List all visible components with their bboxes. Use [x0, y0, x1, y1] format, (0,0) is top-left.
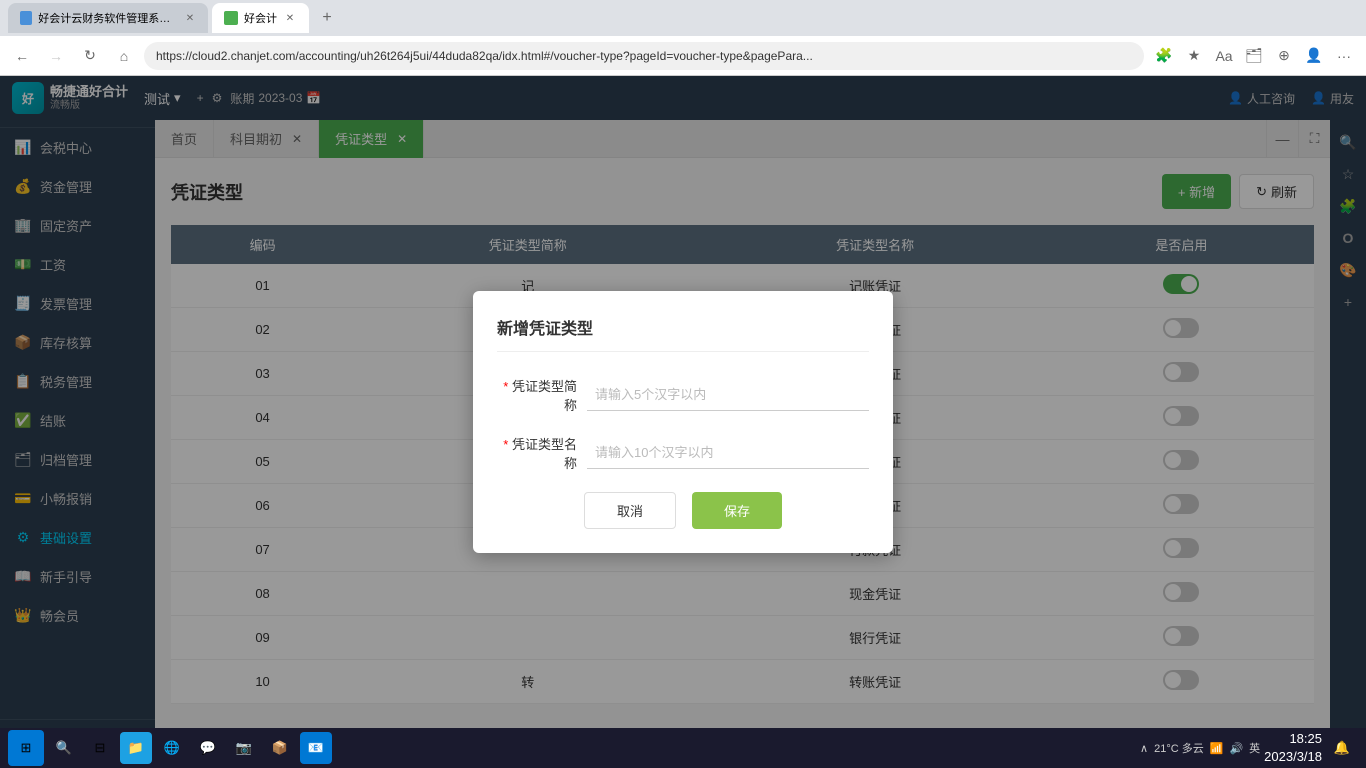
- save-button[interactable]: 保存: [692, 492, 782, 529]
- cancel-button[interactable]: 取消: [584, 492, 676, 529]
- full-name-input[interactable]: [587, 437, 869, 469]
- lang-icon: 英: [1249, 740, 1260, 756]
- short-name-input[interactable]: [587, 379, 869, 411]
- taskbar-search[interactable]: 🔍: [48, 732, 80, 764]
- taskbar-clock[interactable]: 18:25 2023/3/18: [1264, 730, 1322, 766]
- volume-icon: 🔊: [1229, 742, 1243, 755]
- new-tab-button[interactable]: +: [313, 4, 341, 32]
- taskbar: ⊞ 🔍 ⊟ 📁 🌐 💬 📷 📦 📧 ∧ 21°C 多云 📶 🔊 英 18:25 …: [0, 728, 1366, 768]
- browser-chrome: 好会计云财务软件管理系统_会计 ✕ 好会计 ✕ + ← → ↻ ⌂ 🧩 ★ Aa…: [0, 0, 1366, 76]
- short-label-text: 凭证类型简称: [512, 379, 577, 413]
- tab1-close[interactable]: ✕: [184, 11, 196, 25]
- start-button[interactable]: ⊞: [8, 730, 44, 766]
- short-required-mark: *: [503, 379, 508, 394]
- forward-button[interactable]: →: [42, 42, 70, 70]
- tab-bar: 好会计云财务软件管理系统_会计 ✕ 好会计 ✕ +: [0, 0, 1366, 36]
- name-label-text: 凭证类型名称: [512, 437, 577, 471]
- wifi-icon: 📶: [1210, 742, 1224, 755]
- taskbar-mail[interactable]: 📧: [300, 732, 332, 764]
- start-icon: ⊞: [21, 740, 32, 756]
- profile-btn[interactable]: 👤: [1300, 42, 1328, 70]
- browser-tab-2[interactable]: 好会计 ✕: [212, 3, 309, 33]
- weather-info: 21°C 多云: [1154, 740, 1204, 756]
- tab1-title: 好会计云财务软件管理系统_会计: [38, 10, 178, 26]
- taskbar-wechat[interactable]: 💬: [192, 732, 224, 764]
- date-display: 2023/3/18: [1264, 748, 1322, 766]
- taskbar-photos[interactable]: 📷: [228, 732, 260, 764]
- taskbar-chrome[interactable]: 🌐: [156, 732, 188, 764]
- favorites-btn[interactable]: ★: [1180, 42, 1208, 70]
- taskbar-sys-tray: ∧ 21°C 多云 📶 🔊 英: [1140, 740, 1260, 756]
- name-required-mark: *: [503, 437, 508, 452]
- tab2-favicon: [224, 11, 238, 25]
- taskbar-view[interactable]: ⊟: [84, 732, 116, 764]
- home-button[interactable]: ⌂: [110, 42, 138, 70]
- address-input[interactable]: [144, 42, 1144, 70]
- back-button[interactable]: ←: [8, 42, 36, 70]
- modal-overlay: 新增凭证类型 * 凭证类型简称 * 凭证类型名称 取消 保存: [0, 76, 1366, 768]
- add-voucher-type-modal: 新增凭证类型 * 凭证类型简称 * 凭证类型名称 取消 保存: [473, 291, 893, 553]
- short-name-label: * 凭证类型简称: [497, 376, 587, 414]
- taskbar-store[interactable]: 📦: [264, 732, 296, 764]
- refresh-button[interactable]: ↻: [76, 42, 104, 70]
- browser-tab-1[interactable]: 好会计云财务软件管理系统_会计 ✕: [8, 3, 208, 33]
- more-btn[interactable]: ···: [1330, 42, 1358, 70]
- collections-btn[interactable]: 🗂: [1240, 42, 1268, 70]
- extensions-btn[interactable]: 🧩: [1150, 42, 1178, 70]
- browser-actions: 🧩 ★ Aa 🗂 ⊕ 👤 ···: [1150, 42, 1358, 70]
- full-name-label: * 凭证类型名称: [497, 434, 587, 472]
- taskbar-explorer[interactable]: 📁: [120, 732, 152, 764]
- full-name-row: * 凭证类型名称: [497, 434, 869, 472]
- tray-expand[interactable]: ∧: [1140, 742, 1148, 755]
- tab2-close[interactable]: ✕: [283, 11, 297, 25]
- browser-settings-btn[interactable]: ⊕: [1270, 42, 1298, 70]
- short-name-row: * 凭证类型简称: [497, 376, 869, 414]
- time-display: 18:25: [1264, 730, 1322, 748]
- tab2-title: 好会计: [244, 10, 277, 26]
- address-bar: ← → ↻ ⌂ 🧩 ★ Aa 🗂 ⊕ 👤 ···: [0, 36, 1366, 76]
- taskbar-notification[interactable]: 🔔: [1326, 732, 1358, 764]
- tab1-favicon: [20, 11, 32, 25]
- modal-title: 新增凭证类型: [497, 315, 869, 352]
- modal-footer: 取消 保存: [497, 492, 869, 529]
- read-aloud-btn[interactable]: Aa: [1210, 42, 1238, 70]
